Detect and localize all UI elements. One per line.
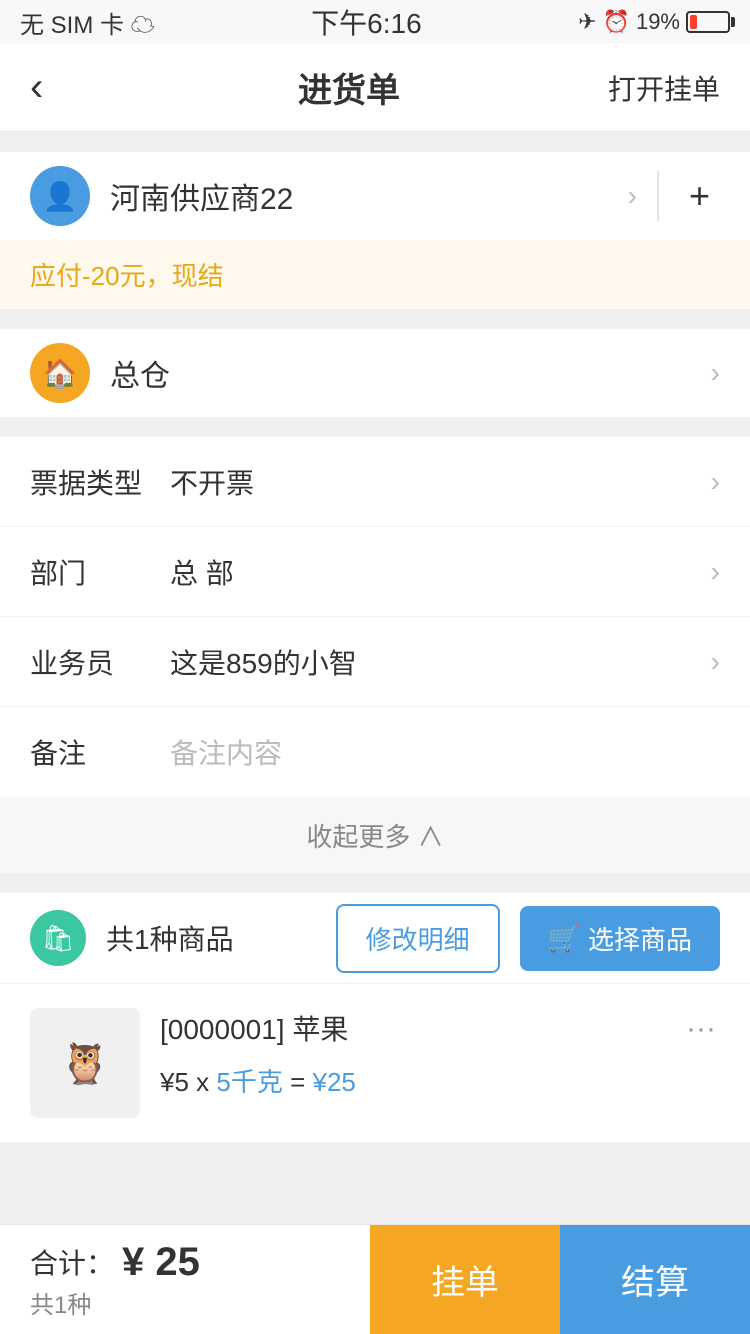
open-hold-button[interactable]: 打开挂单 xyxy=(608,68,720,108)
select-product-label: 选择商品 xyxy=(588,920,692,957)
product-name: [0000001] 苹果 xyxy=(160,1008,662,1048)
back-icon: ‹ xyxy=(30,65,43,109)
invoice-chevron-icon: › xyxy=(711,466,720,498)
page-title: 进货单 xyxy=(298,63,400,112)
sales-rep-chevron-icon: › xyxy=(711,646,720,678)
notes-label: 备注 xyxy=(30,732,150,772)
total-amount: ¥ 25 xyxy=(122,1240,200,1285)
price-total: ¥25 xyxy=(312,1067,355,1097)
product-item: 🦉 [0000001] 苹果 ¥5 x 5千克 = ¥25 ··· xyxy=(0,983,750,1142)
checkout-button[interactable]: 结算 xyxy=(560,1225,750,1334)
supplier-row[interactable]: 👤 河南供应商22 › + xyxy=(0,152,750,240)
price-quantity: 5千克 xyxy=(216,1067,282,1097)
total-label-text: 合计： xyxy=(30,1242,114,1282)
hold-button[interactable]: 挂单 xyxy=(370,1225,560,1334)
gap-1 xyxy=(0,132,750,152)
bottom-bar: 合计： ¥ 25 共1种 挂单 结算 xyxy=(0,1224,750,1334)
sales-rep-value: 这是859的小智 xyxy=(150,642,711,682)
signal-text: 无 SIM 卡 ☁ xyxy=(20,5,155,40)
add-supplier-button[interactable]: + xyxy=(679,165,720,227)
warehouse-name: 总仓 xyxy=(110,351,711,395)
content-area: 👤 河南供应商22 › + 应付-20元，现结 🏠 总仓 › 票据类型 不开票 … xyxy=(0,132,750,1282)
department-row[interactable]: 部门 总 部 › xyxy=(0,527,750,617)
select-product-icon: 🛒 xyxy=(548,923,580,954)
sales-rep-row[interactable]: 业务员 这是859的小智 › xyxy=(0,617,750,707)
product-section: 🛍 共1种商品 修改明细 🛒 选择商品 🦉 [0000001] 苹果 ¥5 x … xyxy=(0,893,750,1142)
battery-icon xyxy=(686,11,730,33)
form-section: 票据类型 不开票 › 部门 总 部 › 业务员 这是859的小智 › 备注 备注… xyxy=(0,437,750,797)
price-equals: = xyxy=(283,1067,313,1097)
total-count: 共1种 xyxy=(30,1285,340,1320)
supplier-chevron-icon: › xyxy=(628,180,637,212)
warehouse-row[interactable]: 🏠 总仓 › xyxy=(0,329,750,417)
total-label: 合计： ¥ 25 xyxy=(30,1240,340,1285)
price-unit: ¥5 x xyxy=(160,1067,216,1097)
owl-logo-icon: 🦉 xyxy=(60,1040,110,1087)
battery-text: 19% xyxy=(636,9,680,35)
alarm-icon: ⏰ xyxy=(603,9,630,35)
gap-2 xyxy=(0,309,750,329)
payment-notice: 应付-20元，现结 xyxy=(0,240,750,309)
collapse-button[interactable]: 收起更多 ∧ xyxy=(0,797,750,873)
product-count-icon: 🛍 xyxy=(30,910,86,966)
status-bar: 无 SIM 卡 ☁ 下午6:16 ✈ ⏰ 19% xyxy=(0,0,750,44)
notes-row[interactable]: 备注 备注内容 xyxy=(0,707,750,797)
invoice-label: 票据类型 xyxy=(30,462,150,502)
department-label: 部门 xyxy=(30,552,150,592)
department-value: 总 部 xyxy=(150,552,711,592)
supplier-section: 👤 河南供应商22 › + 应付-20元，现结 xyxy=(0,152,750,309)
select-product-button[interactable]: 🛒 选择商品 xyxy=(520,906,720,971)
product-count-text: 共1种商品 xyxy=(106,918,316,958)
warehouse-section: 🏠 总仓 › xyxy=(0,329,750,417)
warehouse-chevron-icon: › xyxy=(711,357,720,389)
department-chevron-icon: › xyxy=(711,556,720,588)
warehouse-house-icon: 🏠 xyxy=(43,357,78,390)
supplier-avatar-icon: 👤 xyxy=(43,180,78,213)
sales-rep-label: 业务员 xyxy=(30,642,150,682)
product-thumbnail: 🦉 xyxy=(30,1008,140,1118)
notes-placeholder[interactable]: 备注内容 xyxy=(150,732,720,772)
supplier-divider xyxy=(657,171,659,221)
warehouse-icon: 🏠 xyxy=(30,343,90,403)
status-right: ✈ ⏰ 19% xyxy=(578,9,730,35)
status-time: 下午6:16 xyxy=(311,2,422,42)
gap-4 xyxy=(0,873,750,893)
location-icon: ✈ xyxy=(578,9,596,35)
total-section: 合计： ¥ 25 共1种 xyxy=(0,1240,370,1320)
supplier-name: 河南供应商22 xyxy=(110,174,628,218)
nav-bar: ‹ 进货单 打开挂单 xyxy=(0,44,750,132)
invoice-row[interactable]: 票据类型 不开票 › xyxy=(0,437,750,527)
product-header: 🛍 共1种商品 修改明细 🛒 选择商品 xyxy=(0,893,750,983)
cart-icon: 🛍 xyxy=(41,923,74,954)
product-price: ¥5 x 5千克 = ¥25 xyxy=(160,1062,662,1099)
gap-3 xyxy=(0,417,750,437)
status-left: 无 SIM 卡 ☁ xyxy=(20,5,155,40)
edit-detail-button[interactable]: 修改明细 xyxy=(336,904,500,973)
invoice-value: 不开票 xyxy=(150,462,711,502)
supplier-avatar: 👤 xyxy=(30,166,90,226)
back-button[interactable]: ‹ xyxy=(30,65,90,110)
product-info: [0000001] 苹果 ¥5 x 5千克 = ¥25 xyxy=(160,1008,662,1099)
product-more-button[interactable]: ··· xyxy=(682,1008,720,1050)
gap-5 xyxy=(0,1142,750,1162)
